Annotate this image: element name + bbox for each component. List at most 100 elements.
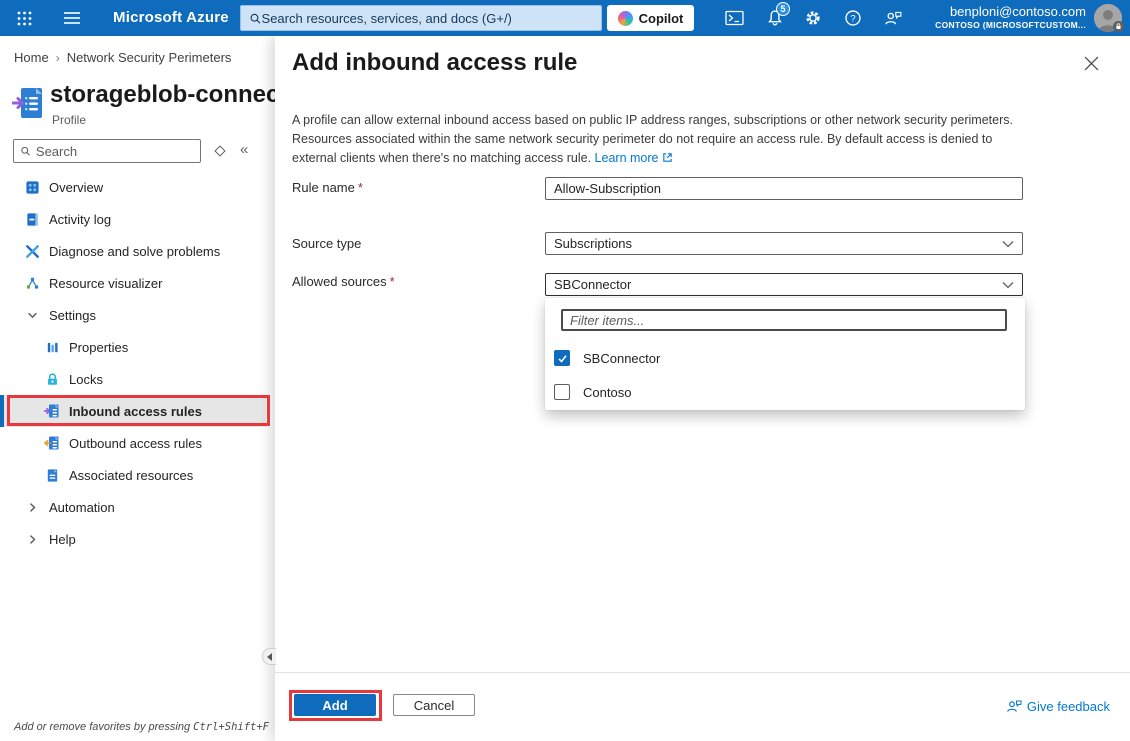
global-search[interactable]	[240, 5, 602, 31]
cancel-button[interactable]: Cancel	[393, 694, 475, 716]
chevron-down-icon	[1002, 240, 1014, 248]
sidebar-group-settings[interactable]: Settings	[0, 299, 266, 331]
breadcrumb-separator: ›	[56, 51, 60, 65]
sidebar-item-label: Locks	[69, 372, 103, 387]
favorites-hint-shortcut: Ctrl+Shift+F	[193, 721, 269, 733]
sidebar-group-label: Automation	[49, 500, 115, 515]
app-title[interactable]: Microsoft Azure	[113, 9, 229, 26]
global-search-input[interactable]	[262, 11, 593, 26]
option-label: Contoso	[583, 385, 631, 400]
sidebar-item-label: Outbound access rules	[69, 436, 202, 451]
app-launcher-button[interactable]	[14, 8, 34, 28]
chevron-left-icon	[267, 653, 272, 661]
close-icon	[1084, 56, 1099, 71]
sidebar-item-outbound-access-rules[interactable]: Outbound access rules	[0, 427, 266, 459]
breadcrumb-item-network-security-perimeters[interactable]: Network Security Perimeters	[67, 50, 232, 65]
add-inbound-access-rule-panel: Add inbound access rule A profile can al…	[275, 36, 1130, 741]
sidebar-group-help[interactable]: Help	[0, 523, 266, 555]
filter-items-input[interactable]	[563, 313, 1005, 328]
sidebar-item-properties[interactable]: Properties	[0, 331, 266, 363]
checkbox-checked[interactable]	[554, 350, 570, 366]
sidebar-item-label: Inbound access rules	[69, 404, 202, 419]
allowed-sources-select[interactable]: SBConnector	[545, 273, 1023, 296]
diamond-icon[interactable]	[214, 145, 225, 156]
resource-icon	[12, 86, 44, 125]
search-icon	[249, 12, 262, 25]
source-type-select[interactable]: Subscriptions	[545, 232, 1023, 255]
activity-log-icon	[24, 211, 40, 227]
lock-badge-icon	[1113, 21, 1124, 32]
allowed-sources-dropdown: SBConnector Contoso	[545, 298, 1025, 410]
chevron-right-icon	[24, 499, 40, 515]
sidebar-item-label: Resource visualizer	[49, 276, 162, 291]
account-email: benploni@contoso.com	[935, 4, 1086, 20]
allowed-sources-value: SBConnector	[554, 277, 631, 292]
search-icon	[20, 145, 31, 157]
page-subtitle: Profile	[52, 113, 86, 127]
sidebar-item-activity-log[interactable]: Activity log	[0, 203, 266, 235]
overview-icon	[24, 179, 40, 195]
selected-indicator	[0, 395, 4, 427]
collapse-menu-icon[interactable]: «	[240, 141, 248, 158]
resource-page: Home›Network Security Perimeters storage…	[0, 36, 275, 741]
sidebar-group-label: Settings	[49, 308, 96, 323]
learn-more-link[interactable]: Learn more	[595, 151, 673, 165]
feedback-button[interactable]	[883, 8, 903, 28]
footer-divider	[275, 672, 1130, 673]
sidebar-item-diagnose[interactable]: Diagnose and solve problems	[0, 235, 266, 267]
sidebar-group-label: Help	[49, 532, 76, 547]
filter-field[interactable]	[561, 309, 1007, 331]
lock-icon	[44, 371, 60, 387]
feedback-icon	[1006, 698, 1022, 714]
panel-title: Add inbound access rule	[292, 49, 577, 77]
option-label: SBConnector	[583, 351, 660, 366]
chevron-down-icon	[1002, 281, 1014, 289]
inbound-rules-icon	[44, 403, 60, 419]
outbound-rules-icon	[44, 435, 60, 451]
sidebar-item-label: Associated resources	[69, 468, 193, 483]
required-asterisk: *	[358, 180, 363, 195]
breadcrumb-item-home[interactable]: Home	[14, 50, 49, 65]
page-title: storageblob-connec	[50, 81, 279, 109]
portal-settings-button[interactable]	[803, 8, 823, 28]
required-asterisk: *	[390, 274, 395, 289]
help-icon: ?	[844, 9, 862, 27]
sidebar-item-label: Properties	[69, 340, 128, 355]
sidebar-search[interactable]	[13, 139, 201, 163]
external-link-icon	[662, 152, 673, 163]
rule-name-label: Rule name*	[292, 180, 363, 195]
dropdown-option-contoso[interactable]: Contoso	[545, 376, 1025, 408]
cloud-shell-button[interactable]	[724, 8, 744, 28]
svg-text:?: ?	[850, 13, 855, 24]
panel-description: A profile can allow external inbound acc…	[292, 111, 1030, 167]
sidebar-item-overview[interactable]: Overview	[0, 171, 266, 203]
properties-icon	[44, 339, 60, 355]
checkbox-unchecked[interactable]	[554, 384, 570, 400]
help-button[interactable]: ?	[843, 8, 863, 28]
dropdown-option-sbconnector[interactable]: SBConnector	[545, 342, 1025, 374]
sidebar-item-inbound-access-rules[interactable]: Inbound access rules	[0, 395, 266, 427]
feedback-icon	[884, 9, 902, 27]
give-feedback-link[interactable]: Give feedback	[1006, 698, 1110, 714]
sidebar-item-label: Diagnose and solve problems	[49, 244, 220, 259]
rule-name-input[interactable]	[546, 181, 1022, 196]
source-type-label: Source type	[292, 236, 361, 251]
check-icon	[557, 353, 568, 364]
add-button[interactable]: Add	[294, 694, 376, 716]
waffle-icon	[17, 11, 32, 26]
resource-menu: Overview Activity log Diagnose and solve…	[0, 171, 266, 555]
copilot-label: Copilot	[639, 11, 684, 26]
terminal-icon	[725, 10, 744, 26]
sidebar-item-associated-resources[interactable]: Associated resources	[0, 459, 266, 491]
sidebar-item-locks[interactable]: Locks	[0, 363, 266, 395]
rule-name-field[interactable]	[545, 177, 1023, 200]
sidebar-item-resource-visualizer[interactable]: Resource visualizer	[0, 267, 266, 299]
panel-collapse-handle[interactable]	[262, 648, 276, 665]
sidebar-group-automation[interactable]: Automation	[0, 491, 266, 523]
copilot-button[interactable]: Copilot	[607, 5, 694, 31]
sidebar-search-input[interactable]	[36, 144, 194, 159]
account-info[interactable]: benploni@contoso.com CONTOSO (MICROSOFTC…	[935, 4, 1086, 31]
close-button[interactable]	[1084, 56, 1100, 72]
hamburger-menu-button[interactable]	[62, 8, 82, 28]
hamburger-icon	[63, 11, 81, 25]
